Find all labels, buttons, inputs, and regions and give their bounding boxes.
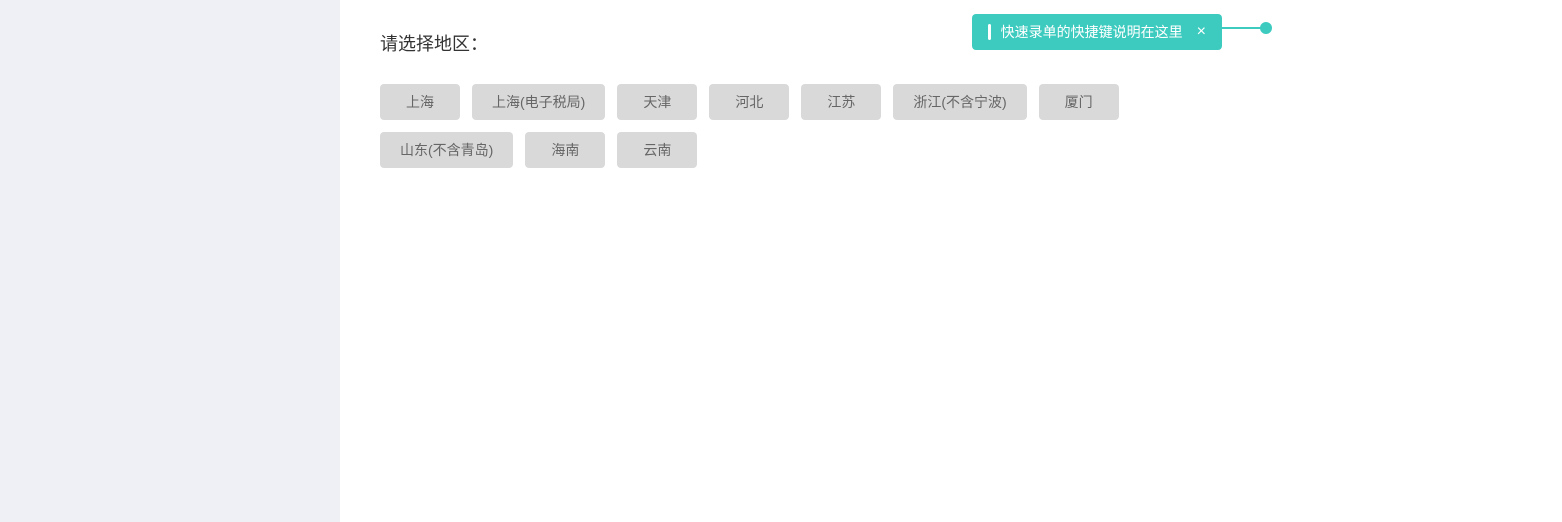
page-title: 请选择地区： [380,30,1522,56]
tooltip-accent [988,24,991,40]
tooltip-connector-line [1212,27,1262,29]
sidebar [0,0,340,522]
tooltip-text: 快速录单的快捷键说明在这里 [1001,22,1183,42]
region-button-yunnan[interactable]: 云南 [617,132,697,168]
main-content: 请选择地区： 上海上海(电子税局) 天津河北江苏浙江(不含宁波) 厦门 山东(不含青… [340,0,1562,522]
region-button-shanghai[interactable]: 上海 [380,84,460,120]
region-button-jiangsu[interactable]: 江苏 [801,84,881,120]
tooltip-close-button[interactable]: × [1197,24,1206,40]
region-button-hainan[interactable]: 海南 [525,132,605,168]
region-button-tianjin[interactable]: 天津 [617,84,697,120]
tooltip-connector-dot [1260,22,1272,34]
region-button-shandong[interactable]: 山东(不含青岛) [380,132,513,168]
region-button-shanghai-etax[interactable]: 上海(电子税局) [472,84,605,120]
region-row-2: 山东(不含青岛) 海南云南 [380,132,1522,168]
region-button-hebei[interactable]: 河北 [709,84,789,120]
region-button-xiamen[interactable]: 厦门 [1039,84,1119,120]
region-row-1: 上海上海(电子税局) 天津河北江苏浙江(不含宁波) 厦门 [380,84,1522,120]
tooltip-bar: 快速录单的快捷键说明在这里 × [972,14,1222,50]
region-button-zhejiang[interactable]: 浙江(不含宁波) [893,84,1026,120]
